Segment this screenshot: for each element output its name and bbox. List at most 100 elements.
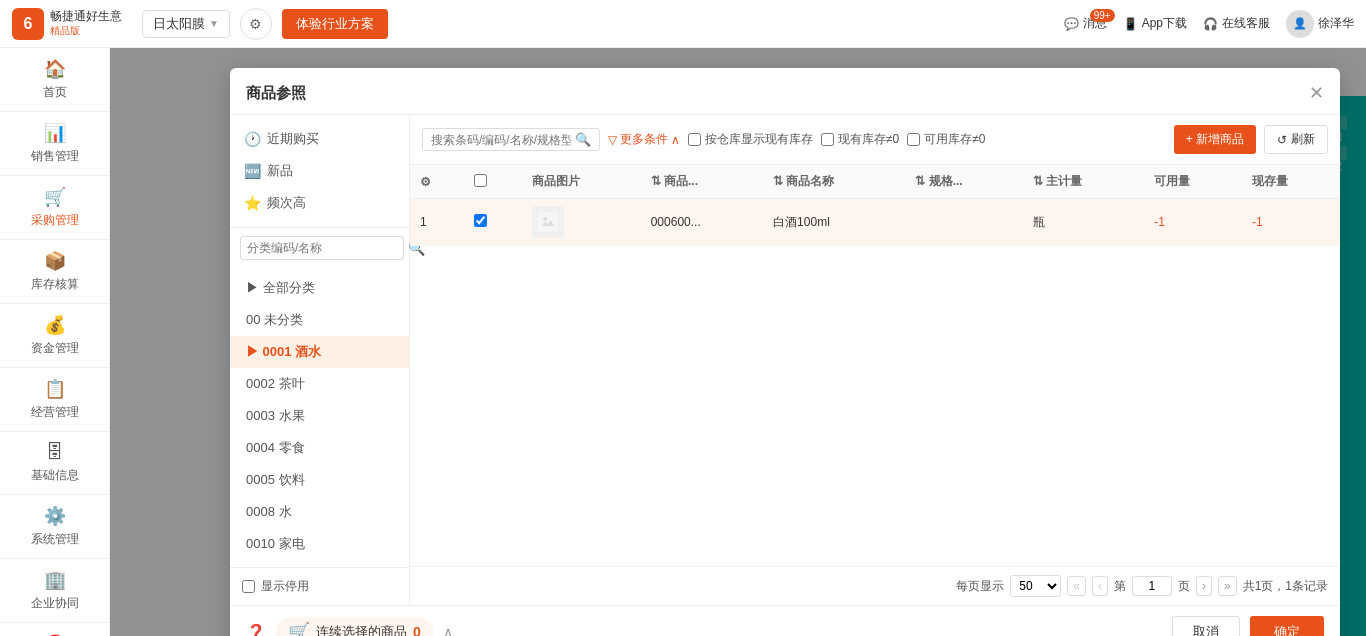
product-search-input[interactable] [431, 133, 571, 147]
col-image-label: 商品图片 [532, 174, 580, 188]
available-stock-filter[interactable]: 可用库存≠0 [907, 131, 985, 148]
footer-buttons: 取消 确定 [1172, 616, 1324, 636]
customer-service-nav[interactable]: 🎧 在线客服 [1203, 15, 1270, 32]
sidebar-item-management[interactable]: 📋 经营管理 [0, 368, 109, 432]
new-icon: 🆕 [244, 163, 261, 179]
col-name[interactable]: ⇅ 商品名称 [763, 165, 905, 199]
category-0008[interactable]: 0008 水 [230, 496, 409, 528]
svg-rect-0 [538, 212, 558, 232]
customer-service-label: 在线客服 [1222, 15, 1270, 32]
sales-icon: 📊 [44, 122, 66, 144]
page-size-select[interactable]: 50 10 20 100 [1010, 575, 1061, 597]
sidebar-item-inventory[interactable]: 📦 库存核算 [0, 240, 109, 304]
col-settings[interactable]: ⚙ [410, 165, 464, 199]
sidebar-item-system[interactable]: ⚙️ 系统管理 [0, 495, 109, 559]
col-image: 商品图片 [522, 165, 641, 199]
table-row[interactable]: 1 [410, 199, 1340, 246]
row-checkbox[interactable] [474, 214, 487, 227]
row-checkbox-cell[interactable] [464, 199, 522, 246]
warehouse-stock-filter[interactable]: 按仓库显示现有库存 [688, 131, 813, 148]
col-spec[interactable]: ⇅ 规格... [905, 165, 1023, 199]
sidebar: 🏠 首页 📊 销售管理 🛒 采购管理 📦 库存核算 💰 资金管理 📋 经营管理 … [0, 48, 110, 636]
search-icon: 🔍 [575, 132, 591, 147]
sidebar-label-inventory: 库存核算 [31, 276, 79, 293]
page-suffix: 页 [1178, 578, 1190, 595]
chevron-up-icon[interactable]: ∧ [443, 624, 453, 636]
system-icon: ⚙️ [44, 505, 66, 527]
category-0002[interactable]: 0002 茶叶 [230, 368, 409, 400]
cart-icon: 🛒 [288, 621, 310, 636]
help-icon[interactable]: ❓ [246, 623, 266, 637]
cancel-button[interactable]: 取消 [1172, 616, 1240, 636]
cart-area[interactable]: 🛒 连续选择的商品 0 [276, 617, 433, 636]
sidebar-item-finance[interactable]: 💰 资金管理 [0, 304, 109, 368]
sidebar-item-home[interactable]: 🏠 首页 [0, 48, 109, 112]
modal-title: 商品参照 [246, 84, 306, 103]
logo-area: 6 畅捷通好生意 精品版 [12, 8, 122, 40]
current-stock-checkbox[interactable] [821, 133, 834, 146]
next-page-btn[interactable]: › [1196, 576, 1212, 596]
tab-frequent[interactable]: ⭐ 频次高 [230, 187, 409, 219]
main-area: 查询 设置 商品参照 ✕ 🕐 近期购买 [110, 48, 1366, 636]
sidebar-label-home: 首页 [43, 84, 67, 101]
add-product-button[interactable]: + 新增商品 [1174, 125, 1256, 154]
nav-selector[interactable]: 日太阳膜 ▼ [142, 10, 230, 38]
row-index: 1 [410, 199, 464, 246]
tab-recent-purchase[interactable]: 🕐 近期购买 [230, 123, 409, 155]
product-search-box[interactable]: 🔍 [422, 128, 600, 151]
trial-button[interactable]: 体验行业方案 [282, 9, 388, 39]
category-0004[interactable]: 0004 零食 [230, 432, 409, 464]
category-00-label: 00 未分类 [246, 311, 303, 329]
message-icon: 💬 [1064, 17, 1079, 31]
sidebar-item-purchase[interactable]: 🛒 采购管理 [0, 176, 109, 240]
category-search-input[interactable] [240, 236, 404, 260]
last-page-btn[interactable]: » [1218, 576, 1237, 596]
first-page-btn[interactable]: « [1067, 576, 1086, 596]
messages-nav[interactable]: 💬 消息 99+ [1064, 15, 1107, 32]
cart-count: 0 [413, 624, 421, 636]
col-code[interactable]: ⇅ 商品... [641, 165, 763, 199]
row-available: -1 [1144, 199, 1242, 246]
sidebar-item-basic[interactable]: 🗄 基础信息 [0, 432, 109, 495]
logo-sub: 精品版 [50, 24, 122, 38]
settings-icon[interactable]: ⚙ [240, 8, 272, 40]
right-panel: 🔍 ▽ 更多条件 ∧ 按仓库显示现有库存 [410, 115, 1340, 605]
row-image-cell [522, 199, 641, 246]
refresh-button[interactable]: ↺ 刷新 [1264, 125, 1328, 154]
tab-new-product[interactable]: 🆕 新品 [230, 155, 409, 187]
page-number-input[interactable] [1132, 576, 1172, 596]
col-code-label: 商品... [664, 174, 698, 188]
prev-page-btn[interactable]: ‹ [1092, 576, 1108, 596]
category-all[interactable]: ▶ 全部分类 [230, 272, 409, 304]
show-disabled-checkbox[interactable] [242, 580, 255, 593]
col-unit[interactable]: ⇅ 主计量 [1023, 165, 1144, 199]
category-0001[interactable]: ▶ 0001 酒水 [230, 336, 409, 368]
category-search-row: 🔍 [230, 228, 409, 268]
refresh-label: 刷新 [1291, 131, 1315, 148]
available-stock-checkbox[interactable] [907, 133, 920, 146]
category-0003[interactable]: 0003 水果 [230, 400, 409, 432]
user-nav[interactable]: 👤 徐泽华 [1286, 10, 1354, 38]
username-label: 徐泽华 [1318, 15, 1354, 32]
phone-icon: 📱 [1123, 17, 1138, 31]
col-available: 可用量 [1144, 165, 1242, 199]
category-0005[interactable]: 0005 饮料 [230, 464, 409, 496]
col-checkbox[interactable] [464, 165, 522, 199]
confirm-button[interactable]: 确定 [1250, 616, 1324, 636]
tab-recent-label: 近期购买 [267, 130, 319, 148]
warehouse-stock-checkbox[interactable] [688, 133, 701, 146]
finance-icon: 💰 [44, 314, 66, 336]
more-filter-btn[interactable]: ▽ 更多条件 ∧ [608, 131, 680, 148]
app-download-nav[interactable]: 📱 App下载 [1123, 15, 1187, 32]
sidebar-item-collab[interactable]: 🏢 企业协同 [0, 559, 109, 623]
select-all-checkbox[interactable] [474, 174, 487, 187]
col-name-label: 商品名称 [786, 174, 834, 188]
close-icon[interactable]: ✕ [1309, 82, 1324, 104]
modal-header: 商品参照 ✕ [230, 68, 1340, 115]
sidebar-item-sales[interactable]: 📊 销售管理 [0, 112, 109, 176]
sidebar-item-guide[interactable]: 🎯 新手引导 [0, 623, 109, 636]
current-stock-label: 现有库存≠0 [838, 131, 899, 148]
category-0010[interactable]: 0010 家电 [230, 528, 409, 560]
current-stock-filter[interactable]: 现有库存≠0 [821, 131, 899, 148]
category-00[interactable]: 00 未分类 [230, 304, 409, 336]
